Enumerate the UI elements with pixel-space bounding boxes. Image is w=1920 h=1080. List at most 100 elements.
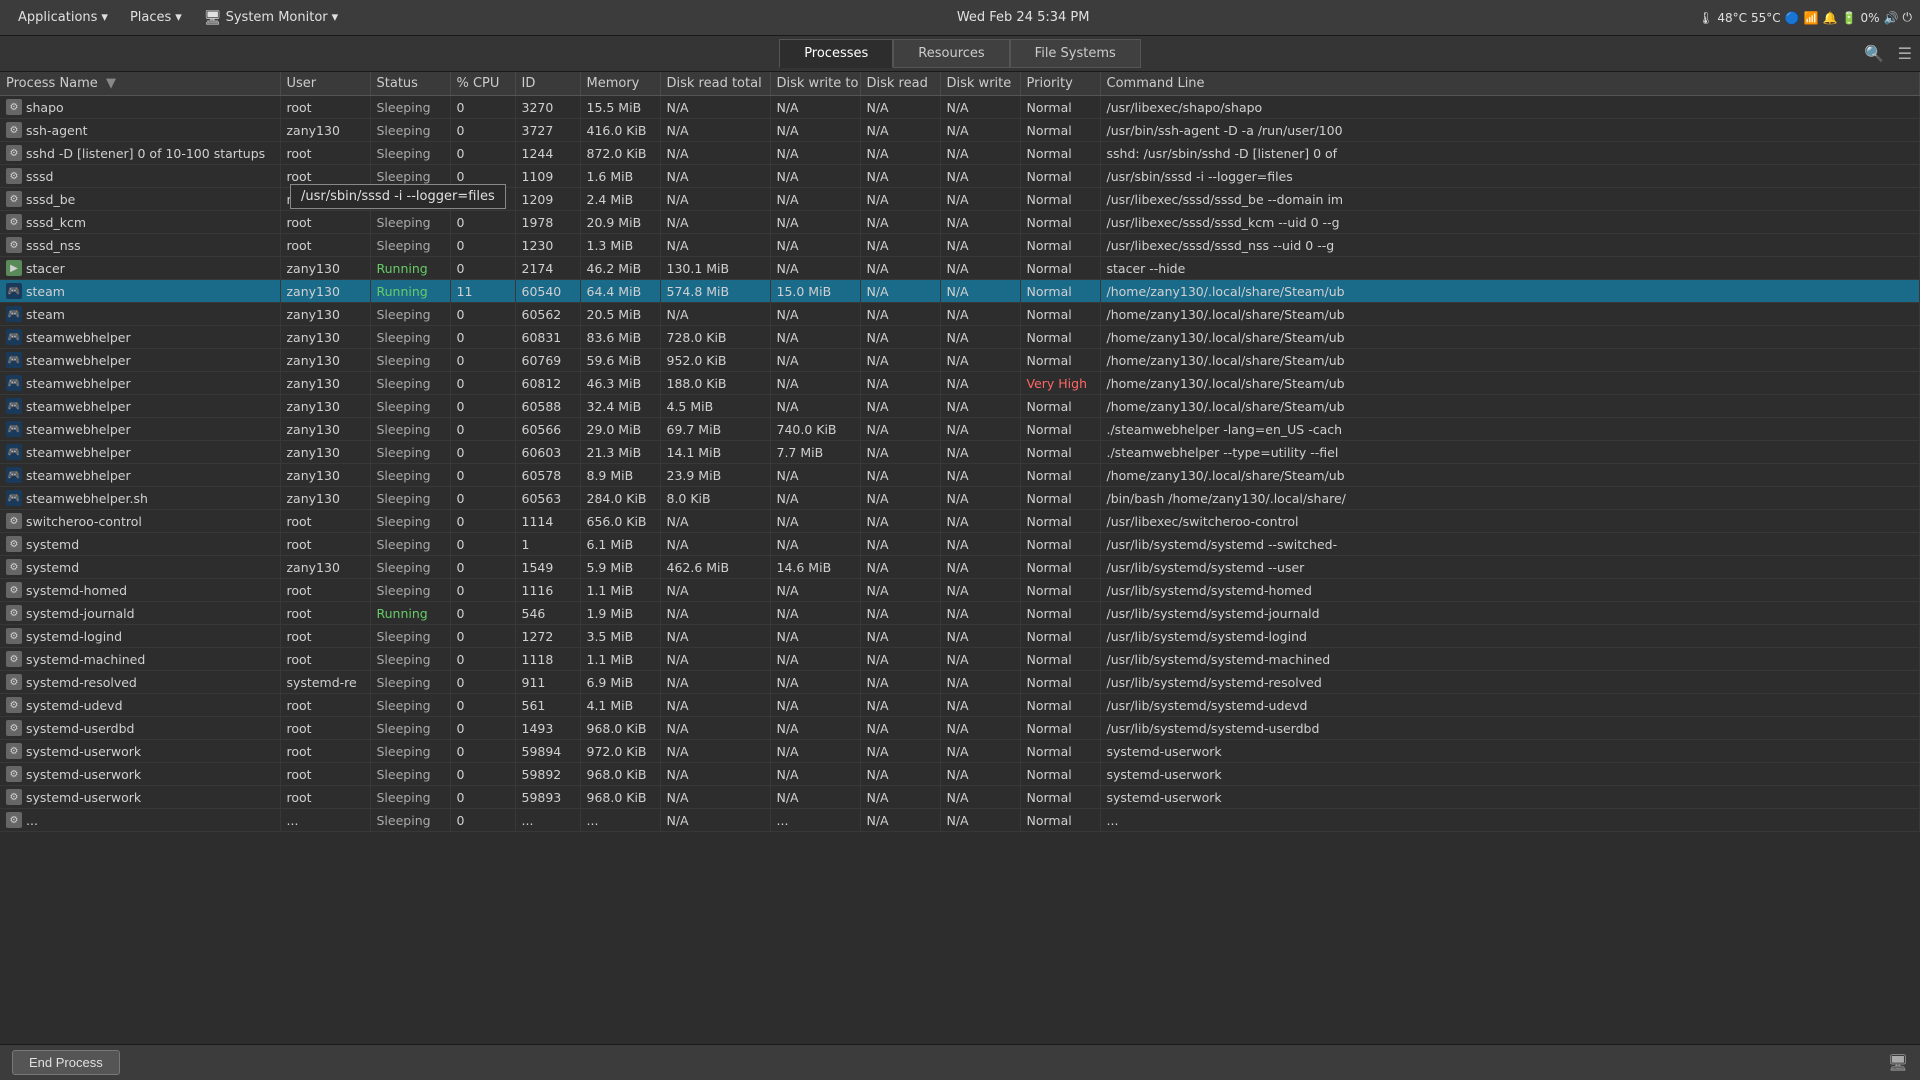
cell-name: 🎮 steam	[0, 303, 280, 326]
cell-name: ⚙ systemd-machined	[0, 648, 280, 671]
volume-icon: 🔊	[1884, 11, 1899, 25]
table-row[interactable]: ⚙ sssd_kcm root Sleeping 0 1978 20.9 MiB…	[0, 211, 1920, 234]
process-name-text: steamwebhelper	[26, 353, 131, 368]
col-header-disk-read[interactable]: Disk read	[860, 72, 940, 96]
table-row[interactable]: ⚙ systemd-resolved systemd-re Sleeping 0…	[0, 671, 1920, 694]
cell-status: Sleeping	[370, 464, 450, 487]
process-icon: ⚙	[6, 99, 22, 115]
process-name-text: sssd	[26, 169, 53, 184]
table-row[interactable]: 🎮 steam zany130 Running 11 60540 64.4 Mi…	[0, 280, 1920, 303]
cell-cmdline: ./steamwebhelper --type=utility --fiel	[1100, 441, 1920, 464]
system-monitor-menu[interactable]: 🖥 System Monitor ▾	[194, 6, 348, 30]
cell-name: 🎮 steamwebhelper	[0, 464, 280, 487]
cell-cmdline: /bin/bash /home/zany130/.local/share/	[1100, 487, 1920, 510]
cell-disk-write: N/A	[940, 579, 1020, 602]
table-row[interactable]: ⚙ systemd-machined root Sleeping 0 1118 …	[0, 648, 1920, 671]
cell-status: Running	[370, 602, 450, 625]
process-scroll[interactable]: Process Name ▼ User Status % CPU ID Memo…	[0, 72, 1920, 1008]
cell-priority: Normal	[1020, 717, 1100, 740]
table-row[interactable]: 🎮 steam zany130 Sleeping 0 60562 20.5 Mi…	[0, 303, 1920, 326]
cell-disk-read: N/A	[860, 395, 940, 418]
col-header-name[interactable]: Process Name ▼	[0, 72, 280, 96]
col-header-memory[interactable]: Memory	[580, 72, 660, 96]
cell-memory: 1.1 MiB	[580, 648, 660, 671]
cell-priority: Normal	[1020, 625, 1100, 648]
cell-user: root	[280, 740, 370, 763]
cell-disk-write: N/A	[940, 142, 1020, 165]
table-row[interactable]: ⚙ ... ... Sleeping 0 ... ... N/A ... N/A…	[0, 809, 1920, 832]
col-header-priority[interactable]: Priority	[1020, 72, 1100, 96]
col-header-disk-write[interactable]: Disk write	[940, 72, 1020, 96]
table-row[interactable]: ⚙ switcheroo-control root Sleeping 0 111…	[0, 510, 1920, 533]
table-row[interactable]: 🎮 steamwebhelper zany130 Sleeping 0 6058…	[0, 395, 1920, 418]
col-header-cpu[interactable]: % CPU	[450, 72, 515, 96]
col-header-disk-write-to[interactable]: Disk write to	[770, 72, 860, 96]
cell-name: ⚙ systemd	[0, 556, 280, 579]
cell-disk-read-total: 188.0 KiB	[660, 372, 770, 395]
tab-processes[interactable]: Processes	[779, 39, 893, 68]
cell-cpu: 0	[450, 671, 515, 694]
cell-priority: Normal	[1020, 809, 1100, 832]
cell-disk-write: N/A	[940, 96, 1020, 119]
table-row[interactable]: ▶ stacer zany130 Running 0 2174 46.2 MiB…	[0, 257, 1920, 280]
table-row[interactable]: 🎮 steamwebhelper.sh zany130 Sleeping 0 6…	[0, 487, 1920, 510]
table-row[interactable]: 🎮 steamwebhelper zany130 Sleeping 0 6057…	[0, 464, 1920, 487]
table-row[interactable]: ⚙ sssd_be root Sleeping 0 1209 2.4 MiB N…	[0, 188, 1920, 211]
table-row[interactable]: 🎮 steamwebhelper zany130 Sleeping 0 6056…	[0, 418, 1920, 441]
cell-priority: Normal	[1020, 211, 1100, 234]
table-row[interactable]: ⚙ systemd zany130 Sleeping 0 1549 5.9 Mi…	[0, 556, 1920, 579]
search-icon[interactable]: 🔍	[1864, 44, 1884, 63]
table-row[interactable]: 🎮 steamwebhelper zany130 Sleeping 0 6076…	[0, 349, 1920, 372]
cell-priority: Normal	[1020, 533, 1100, 556]
cell-disk-read: N/A	[860, 211, 940, 234]
tab-resources[interactable]: Resources	[893, 39, 1009, 68]
col-header-cmdline[interactable]: Command Line	[1100, 72, 1920, 96]
cell-disk-read: N/A	[860, 763, 940, 786]
table-row[interactable]: ⚙ systemd-userwork root Sleeping 0 59892…	[0, 763, 1920, 786]
table-row[interactable]: ⚙ ssh-agent zany130 Sleeping 0 3727 416.…	[0, 119, 1920, 142]
cell-memory: 2.4 MiB	[580, 188, 660, 211]
cell-id: 1209	[515, 188, 580, 211]
table-row[interactable]: ⚙ systemd-homed root Sleeping 0 1116 1.1…	[0, 579, 1920, 602]
cell-id: 60588	[515, 395, 580, 418]
col-header-status[interactable]: Status	[370, 72, 450, 96]
cell-id: 59894	[515, 740, 580, 763]
table-row[interactable]: ⚙ systemd-journald root Running 0 546 1.…	[0, 602, 1920, 625]
table-row[interactable]: ⚙ sssd_nss root Sleeping 0 1230 1.3 MiB …	[0, 234, 1920, 257]
cell-disk-read: N/A	[860, 372, 940, 395]
table-row[interactable]: ⚙ systemd-userdbd root Sleeping 0 1493 9…	[0, 717, 1920, 740]
tab-filesystems[interactable]: File Systems	[1010, 39, 1141, 68]
table-row[interactable]: ⚙ systemd-userwork root Sleeping 0 59893…	[0, 786, 1920, 809]
table-row[interactable]: 🎮 steamwebhelper zany130 Sleeping 0 6060…	[0, 441, 1920, 464]
process-name-text: systemd-udevd	[26, 698, 123, 713]
table-row[interactable]: 🎮 steamwebhelper zany130 Sleeping 0 6083…	[0, 326, 1920, 349]
cell-disk-write: N/A	[940, 671, 1020, 694]
cell-user: zany130	[280, 326, 370, 349]
cell-cpu: 0	[450, 395, 515, 418]
cell-disk-write: N/A	[940, 395, 1020, 418]
table-row[interactable]: ⚙ sshd -D [listener] 0 of 10-100 startup…	[0, 142, 1920, 165]
col-header-disk-read-total[interactable]: Disk read total	[660, 72, 770, 96]
table-row[interactable]: ⚙ shapo root Sleeping 0 3270 15.5 MiB N/…	[0, 96, 1920, 119]
col-header-user[interactable]: User	[280, 72, 370, 96]
table-row[interactable]: ⚙ systemd-logind root Sleeping 0 1272 3.…	[0, 625, 1920, 648]
cell-disk-read: N/A	[860, 349, 940, 372]
table-row[interactable]: 🎮 steamwebhelper zany130 Sleeping 0 6081…	[0, 372, 1920, 395]
table-row[interactable]: ⚙ systemd root Sleeping 0 1 6.1 MiB N/A …	[0, 533, 1920, 556]
table-row[interactable]: ⚙ systemd-userwork root Sleeping 0 59894…	[0, 740, 1920, 763]
cell-priority: Normal	[1020, 142, 1100, 165]
cell-user: root	[280, 602, 370, 625]
table-row[interactable]: ⚙ systemd-udevd root Sleeping 0 561 4.1 …	[0, 694, 1920, 717]
cell-memory: 972.0 KiB	[580, 740, 660, 763]
table-row[interactable]: ⚙ sssd root Sleeping 0 1109 1.6 MiB N/A …	[0, 165, 1920, 188]
end-process-button[interactable]: End Process	[12, 1050, 120, 1075]
col-header-id[interactable]: ID	[515, 72, 580, 96]
process-name-text: systemd-userwork	[26, 767, 141, 782]
cell-cmdline: /usr/libexec/sssd/sssd_be --domain im	[1100, 188, 1920, 211]
places-menu[interactable]: Places ▾	[120, 6, 192, 29]
cell-user: ...	[280, 809, 370, 832]
cell-name: ⚙ sssd_kcm	[0, 211, 280, 234]
sort-arrow: ▼	[106, 76, 116, 91]
applications-menu[interactable]: Applications ▾	[8, 6, 118, 29]
menu-icon[interactable]: ☰	[1898, 44, 1912, 63]
